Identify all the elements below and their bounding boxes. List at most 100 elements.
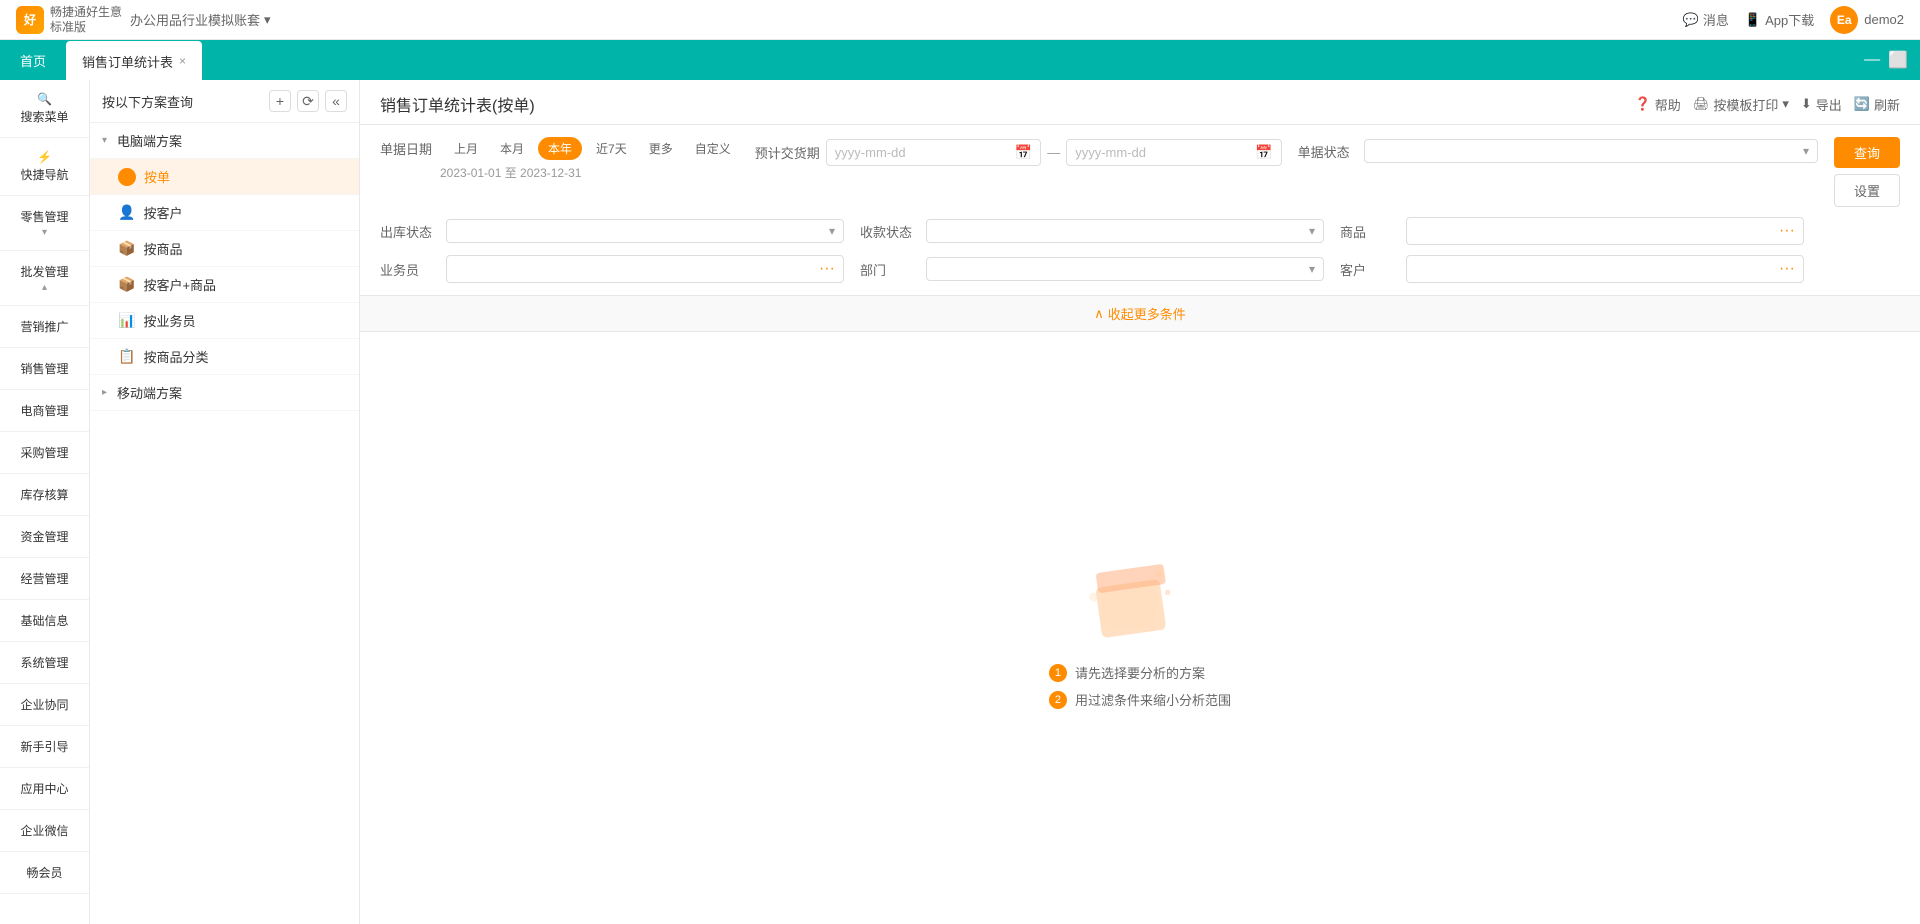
- sidebar-item-newbie[interactable]: 新手引导: [0, 726, 89, 768]
- tab-sales-order[interactable]: 销售订单统计表 ×: [66, 41, 202, 81]
- query-button[interactable]: 查询: [1834, 137, 1900, 168]
- sidebar-item-marketing[interactable]: 营销推广: [0, 306, 89, 348]
- calendar-end-icon[interactable]: 📅: [1255, 144, 1272, 161]
- app-download-button[interactable]: 📱 App下载: [1745, 10, 1814, 29]
- chevron-up-icon: ∧: [1094, 306, 1104, 322]
- sidebar-item-ecom[interactable]: 电商管理: [0, 390, 89, 432]
- sidebar-item-inventory[interactable]: 库存核算: [0, 474, 89, 516]
- tree-item-by-goods[interactable]: 📦 按商品: [90, 231, 359, 267]
- logo-area: 好 畅捷通好生意 标准版: [16, 5, 122, 34]
- receipt-status-select[interactable]: ▾: [926, 219, 1324, 243]
- more-dots-customer-icon: ···: [1779, 260, 1795, 278]
- tree-item-by-customer[interactable]: 👤 按客户: [90, 195, 359, 231]
- print-button[interactable]: 🖨 按模板打印 ▾: [1693, 95, 1789, 114]
- logo-icon: 好: [16, 6, 44, 34]
- sidebar-search[interactable]: 🔍 搜索菜单: [0, 80, 89, 138]
- chevron-down-icon[interactable]: ▾: [264, 12, 271, 28]
- chevron-down-icon: ▾: [1803, 144, 1809, 158]
- print-chevron-icon: ▾: [1782, 96, 1789, 112]
- customer-select[interactable]: ···: [1406, 255, 1804, 283]
- left-panel-actions: + ⟳ «: [269, 90, 347, 112]
- goods-label: 商品: [1340, 222, 1400, 241]
- content-area: 按以下方案查询 + ⟳ « ▾ 电脑端方案 按单 👤 按客户: [90, 80, 1920, 924]
- minimize-button[interactable]: —: [1864, 51, 1880, 69]
- filter-area: 单据日期 上月 本月 本年 近7天 更多 自定义 2023-01-01 至 20…: [360, 125, 1920, 296]
- cur-month-btn[interactable]: 本月: [492, 137, 532, 160]
- sidebar-item-wholesale[interactable]: 批发管理 ▴: [0, 251, 89, 306]
- goods-select[interactable]: ···: [1406, 217, 1804, 245]
- export-button[interactable]: ⬇ 导出: [1801, 95, 1842, 114]
- calendar-icon[interactable]: 📅: [1015, 144, 1032, 161]
- empty-area: 1 请先选择要分析的方案 2 用过滤条件来缩小分析范围: [360, 332, 1920, 924]
- sidebar-item-corp[interactable]: 企业协同: [0, 684, 89, 726]
- help-button[interactable]: ❓ 帮助: [1635, 95, 1681, 114]
- message-button[interactable]: 💬 消息: [1683, 10, 1729, 29]
- add-scheme-button[interactable]: +: [269, 90, 291, 112]
- more-date-btn[interactable]: 更多: [641, 137, 681, 160]
- empty-illustration: [1080, 547, 1200, 647]
- refresh-button[interactable]: 🔄 刷新: [1854, 95, 1900, 114]
- top-bar-right: 💬 消息 📱 App下载 Ea demo2: [1683, 6, 1904, 34]
- collapse-panel-button[interactable]: «: [325, 90, 347, 112]
- sidebar-item-operation[interactable]: 经营管理: [0, 558, 89, 600]
- more-dots-icon: ···: [1779, 222, 1795, 240]
- sidebar-item-sales[interactable]: 销售管理: [0, 348, 89, 390]
- staff-select[interactable]: ···: [446, 255, 844, 283]
- doc-status-select[interactable]: ▾: [1364, 139, 1818, 163]
- prev-month-btn[interactable]: 上月: [446, 137, 486, 160]
- tab-close-icon[interactable]: ×: [179, 54, 186, 68]
- custom-date-btn[interactable]: 自定义: [687, 137, 739, 160]
- sidebar-item-system[interactable]: 系统管理: [0, 642, 89, 684]
- box-icon: 📦: [118, 240, 135, 257]
- staff-label: 业务员: [380, 260, 440, 279]
- ship-status-select[interactable]: ▾: [446, 219, 844, 243]
- sidebar-item-base[interactable]: 基础信息: [0, 600, 89, 642]
- sidebar-item-purchase[interactable]: 采购管理: [0, 432, 89, 474]
- tree-item-by-staff[interactable]: 📊 按业务员: [90, 303, 359, 339]
- sidebar-item-finance[interactable]: 资金管理: [0, 516, 89, 558]
- more-dots-staff-icon: ···: [819, 260, 835, 278]
- message-icon: 💬: [1683, 12, 1699, 28]
- dept-select[interactable]: ▾: [926, 257, 1324, 281]
- maximize-button[interactable]: ⬜: [1888, 50, 1908, 70]
- collapse-bar[interactable]: ∧ 收起更多条件: [360, 296, 1920, 332]
- forecast-date-end-input[interactable]: [1075, 145, 1251, 160]
- sidebar-item-wechat[interactable]: 企业微信: [0, 810, 89, 852]
- main-content: 销售订单统计表(按单) ❓ 帮助 🖨 按模板打印 ▾ ⬇ 导出: [360, 80, 1920, 924]
- circle-icon: [118, 168, 136, 186]
- tree-section-pc: ▾ 电脑端方案: [90, 123, 359, 159]
- forecast-date-start-wrap: 📅: [826, 139, 1041, 166]
- top-bar: 好 畅捷通好生意 标准版 办公用品行业模拟账套 ▾ 💬 消息 📱 App下载 E…: [0, 0, 1920, 40]
- tab-home[interactable]: 首页: [0, 40, 66, 80]
- empty-hints: 1 请先选择要分析的方案 2 用过滤条件来缩小分析范围: [1049, 663, 1231, 709]
- person-icon: 👤: [118, 204, 135, 221]
- main-layout: 🔍 搜索菜单 ⚡ 快捷导航 零售管理 ▾ 批发管理 ▴ 营销推广 销售管理 电商…: [0, 80, 1920, 924]
- chevron-down-icon: ▾: [102, 135, 107, 146]
- date-shortcuts: 上月 本月 本年 近7天 更多 自定义: [446, 137, 739, 160]
- download-icon: 📱: [1745, 12, 1761, 28]
- recent7-btn[interactable]: 近7天: [588, 137, 635, 160]
- filter-actions: 查询 设置: [1834, 137, 1900, 207]
- forecast-date-label: 预计交货期: [755, 143, 820, 162]
- date-range-text: 2023-01-01 至 2023-12-31: [440, 164, 739, 181]
- empty-hint-1: 1 请先选择要分析的方案: [1049, 663, 1231, 682]
- doc-status-label: 单据状态: [1298, 142, 1358, 161]
- sidebar-item-member[interactable]: 畅会员: [0, 852, 89, 894]
- user-area[interactable]: Ea demo2: [1830, 6, 1904, 34]
- page-actions: ❓ 帮助 🖨 按模板打印 ▾ ⬇ 导出 🔄 刷新: [1635, 95, 1900, 114]
- sidebar-shortcut[interactable]: ⚡ 快捷导航: [0, 138, 89, 196]
- tree-item-by-order[interactable]: 按单: [90, 159, 359, 195]
- sidebar-item-retail[interactable]: 零售管理 ▾: [0, 196, 89, 251]
- tree-item-by-customer-goods[interactable]: 📦 按客户+商品: [90, 267, 359, 303]
- tree-item-by-goods-category[interactable]: 📋 按商品分类: [90, 339, 359, 375]
- shortcut-icon: ⚡: [37, 150, 52, 164]
- forecast-date-start-input[interactable]: [835, 145, 1011, 160]
- hint-number-2: 2: [1049, 691, 1067, 709]
- sidebar-item-appstore[interactable]: 应用中心: [0, 768, 89, 810]
- cur-year-btn[interactable]: 本年: [538, 137, 582, 160]
- export-icon: ⬇: [1801, 96, 1812, 112]
- refresh-scheme-button[interactable]: ⟳: [297, 90, 319, 112]
- settings-button[interactable]: 设置: [1834, 174, 1900, 207]
- print-icon: 🖨: [1693, 96, 1710, 112]
- date-label: 单据日期: [380, 139, 440, 158]
